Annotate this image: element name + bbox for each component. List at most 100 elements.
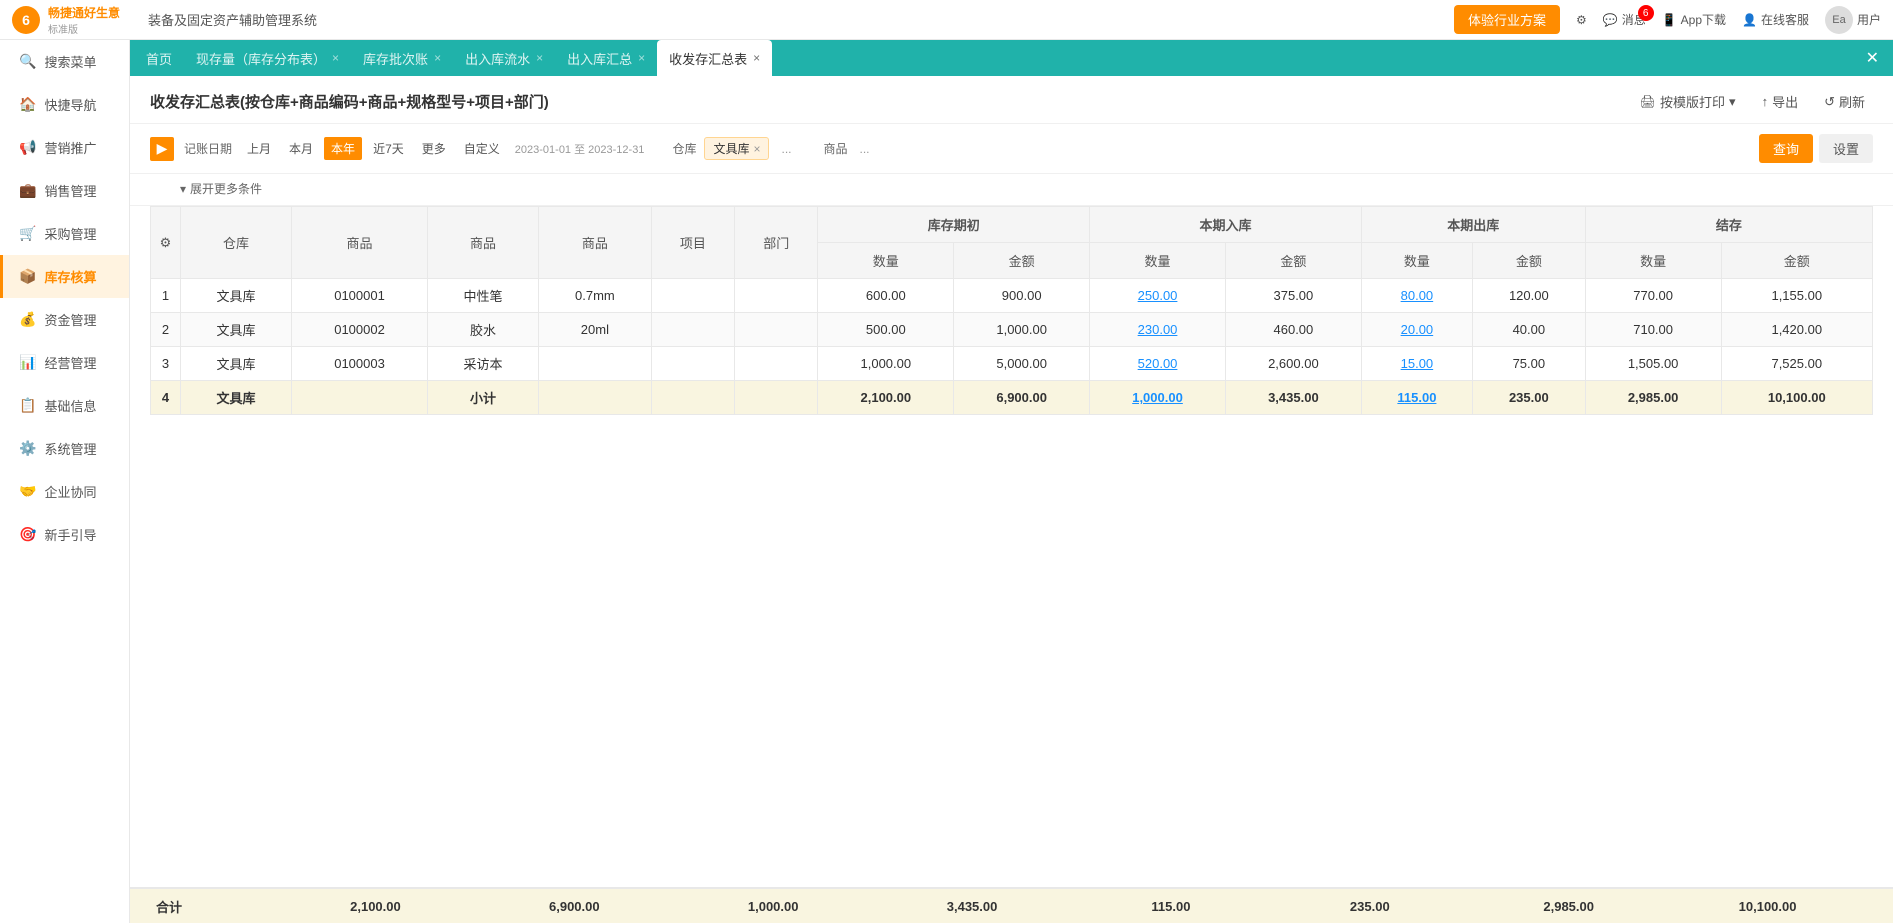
cell-out-qty-link[interactable]: 115.00	[1397, 390, 1436, 405]
th-in-qty: 数量	[1090, 243, 1226, 279]
th-settings[interactable]: ⚙	[151, 207, 181, 279]
online-service-item[interactable]: 👤 在线客服	[1742, 11, 1809, 28]
tab-bar-close-button[interactable]: ✕	[1856, 48, 1889, 68]
sidebar-item-search[interactable]: 🔍 搜索菜单	[0, 40, 129, 83]
message-badge: 6	[1638, 5, 1654, 21]
tab-inout-summary[interactable]: 出入库汇总 ×	[555, 40, 657, 76]
cell-out-amt: 235.00	[1472, 381, 1585, 415]
warehouse-tag-close[interactable]: ×	[753, 142, 760, 156]
cell-warehouse: 文具库	[181, 381, 292, 415]
date-btn-last-month[interactable]: 上月	[240, 137, 278, 160]
cell-closing-amt: 1,155.00	[1721, 279, 1872, 313]
cell-in-amt: 3,435.00	[1225, 381, 1361, 415]
top-header: 6 畅捷通好生意 标准版 装备及固定资产辅助管理系统 体验行业方案 ⚙ 💬 消息…	[0, 0, 1893, 40]
th-opening-qty: 数量	[818, 243, 954, 279]
tab-send-recv-close[interactable]: ×	[753, 51, 760, 65]
sidebar-item-system[interactable]: ⚙️ 系统管理	[0, 427, 129, 470]
sidebar-item-finance[interactable]: 💰 资金管理	[0, 298, 129, 341]
cell-out-qty[interactable]: 20.00	[1361, 313, 1472, 347]
th-out-amt: 金额	[1472, 243, 1585, 279]
cell-out-qty-link[interactable]: 15.00	[1401, 356, 1434, 371]
cell-in-qty[interactable]: 230.00	[1090, 313, 1226, 347]
filter-toggle-button[interactable]: ▶	[150, 137, 174, 161]
tab-inventory-dist[interactable]: 现存量（库存分布表） ×	[184, 40, 351, 76]
table-row: 4文具库小计2,100.006,900.001,000.003,435.0011…	[151, 381, 1873, 415]
system-title: 装备及固定资产辅助管理系统	[148, 10, 317, 29]
cell-in-qty-link[interactable]: 1,000.00	[1132, 390, 1183, 405]
tab-inout-flow[interactable]: 出入库流水 ×	[453, 40, 555, 76]
avatar: Ea	[1825, 6, 1853, 34]
sales-icon: 💼	[19, 182, 36, 199]
tab-home[interactable]: 首页	[134, 40, 184, 76]
experience-button[interactable]: 体验行业方案	[1454, 5, 1560, 34]
search-icon: 🔍	[19, 53, 36, 70]
th-product-spec: 商品	[539, 207, 652, 279]
cell-product-name: 胶水	[427, 313, 538, 347]
settings-button[interactable]: 设置	[1819, 134, 1873, 163]
cell-closing-amt: 1,420.00	[1721, 313, 1872, 347]
th-in-amt: 金额	[1225, 243, 1361, 279]
tab-batch[interactable]: 库存批次账 ×	[351, 40, 453, 76]
query-button[interactable]: 查询	[1759, 134, 1813, 163]
sidebar-label-corp: 企业协同	[44, 482, 96, 501]
sidebar-item-guide[interactable]: 🎯 新手引导	[0, 513, 129, 556]
cell-out-qty[interactable]: 115.00	[1361, 381, 1472, 415]
th-opening-amt: 金额	[954, 243, 1090, 279]
cell-in-qty-link[interactable]: 250.00	[1138, 288, 1178, 303]
tab-batch-close[interactable]: ×	[434, 51, 441, 65]
th-out-group: 本期出库	[1361, 207, 1585, 243]
page-title: 收发存汇总表(按仓库+商品编码+商品+规格型号+项目+部门)	[150, 91, 549, 112]
cell-in-qty[interactable]: 250.00	[1090, 279, 1226, 313]
sidebar-item-marketing[interactable]: 📢 营销推广	[0, 126, 129, 169]
footer-label: 合计	[156, 897, 276, 916]
expand-icon: ▾	[180, 182, 186, 196]
date-btn-this-year[interactable]: 本年	[324, 137, 362, 160]
tab-inout-flow-label: 出入库流水	[465, 49, 530, 68]
sidebar-item-basic[interactable]: 📋 基础信息	[0, 384, 129, 427]
cell-in-qty-link[interactable]: 230.00	[1138, 322, 1178, 337]
tab-send-recv-summary[interactable]: 收发存汇总表 ×	[657, 40, 772, 76]
export-button[interactable]: ↑ 导出	[1754, 88, 1807, 115]
print-button[interactable]: 🖨 按模版打印 ▾	[1632, 88, 1744, 115]
cell-in-qty[interactable]: 1,000.00	[1090, 381, 1226, 415]
mobile-icon: 📱	[1662, 13, 1677, 27]
cell-project	[651, 381, 734, 415]
cell-out-qty-link[interactable]: 80.00	[1401, 288, 1434, 303]
sidebar-item-inventory[interactable]: 📦 库存核算	[0, 255, 129, 298]
tab-inventory-dist-close[interactable]: ×	[332, 51, 339, 65]
refresh-button[interactable]: ↺ 刷新	[1816, 88, 1873, 115]
cell-product-spec	[539, 381, 652, 415]
goods-filter-label: 商品	[824, 140, 848, 157]
cell-product-spec: 20ml	[539, 313, 652, 347]
sidebar-item-sales[interactable]: 💼 销售管理	[0, 169, 129, 212]
cell-in-qty-link[interactable]: 520.00	[1138, 356, 1178, 371]
cell-out-qty[interactable]: 80.00	[1361, 279, 1472, 313]
cell-opening-qty: 1,000.00	[818, 347, 954, 381]
date-btn-this-month[interactable]: 本月	[282, 137, 320, 160]
app-download-item[interactable]: 📱 App下载	[1662, 11, 1726, 28]
sidebar-item-purchase[interactable]: 🛒 采购管理	[0, 212, 129, 255]
tab-inout-summary-close[interactable]: ×	[638, 51, 645, 65]
th-warehouse: 仓库	[181, 207, 292, 279]
sidebar-item-business[interactable]: 📊 经营管理	[0, 341, 129, 384]
sidebar-label-purchase: 采购管理	[44, 224, 96, 243]
date-btn-more[interactable]: 更多	[415, 137, 453, 160]
date-btn-7days[interactable]: 近7天	[366, 137, 411, 160]
goods-more[interactable]: ...	[856, 140, 874, 158]
cell-in-amt: 375.00	[1225, 279, 1361, 313]
expand-more-button[interactable]: ▾ 展开更多条件	[180, 180, 262, 197]
export-icon: ↑	[1762, 94, 1769, 109]
warehouse-more[interactable]: ...	[777, 140, 795, 158]
settings-icon-item[interactable]: ⚙	[1576, 13, 1587, 27]
user-item[interactable]: Ea 用户	[1825, 6, 1881, 34]
cell-out-qty-link[interactable]: 20.00	[1401, 322, 1434, 337]
message-icon-item[interactable]: 💬 消息 6	[1603, 11, 1646, 28]
th-project: 项目	[651, 207, 734, 279]
logo-text-area: 畅捷通好生意 标准版	[48, 4, 120, 36]
tab-inout-flow-close[interactable]: ×	[536, 51, 543, 65]
date-btn-custom[interactable]: 自定义	[457, 137, 507, 160]
sidebar-item-corp[interactable]: 🤝 企业协同	[0, 470, 129, 513]
cell-out-qty[interactable]: 15.00	[1361, 347, 1472, 381]
sidebar-item-quick-nav[interactable]: 🏠 快捷导航	[0, 83, 129, 126]
cell-in-qty[interactable]: 520.00	[1090, 347, 1226, 381]
